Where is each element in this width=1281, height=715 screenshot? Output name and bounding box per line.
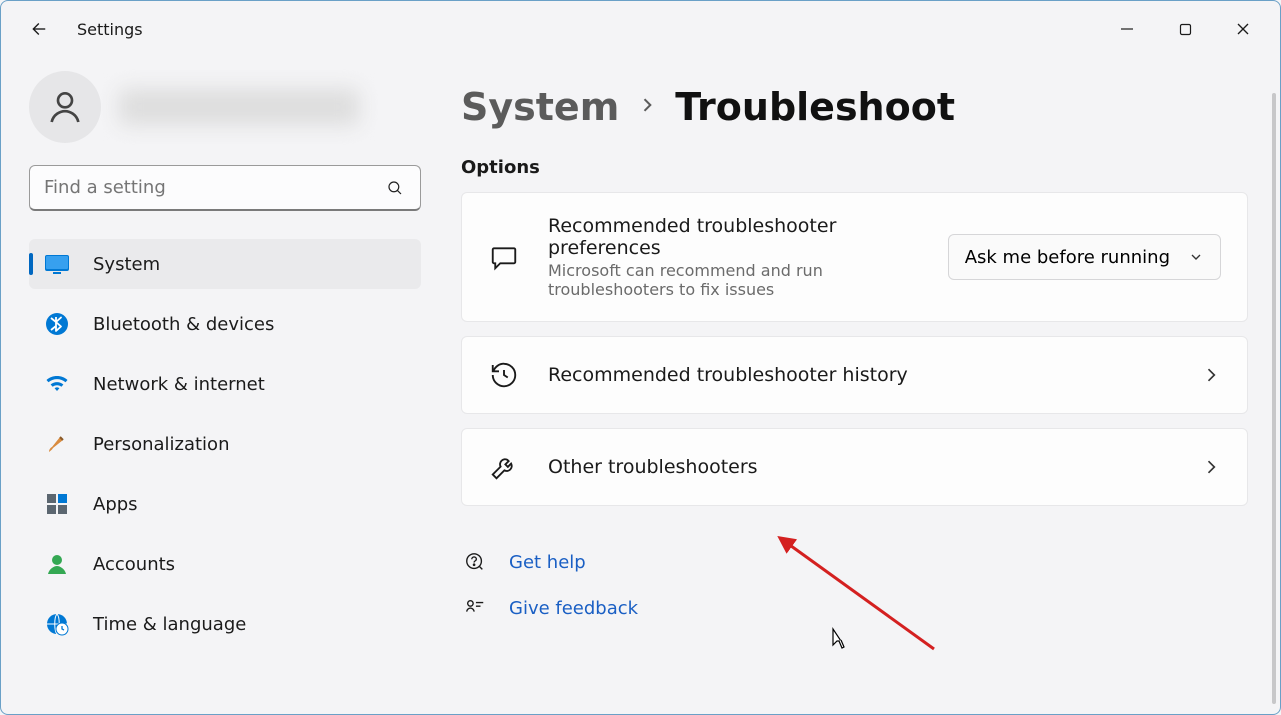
- card-troubleshooter-history[interactable]: Recommended troubleshooter history: [461, 336, 1248, 414]
- search-icon: [384, 177, 406, 199]
- profile-name-redacted: [119, 89, 359, 125]
- history-icon: [488, 359, 520, 391]
- settings-window: Settings: [0, 0, 1281, 715]
- wrench-icon: [488, 451, 520, 483]
- sidebar-item-label: Time & language: [93, 614, 246, 635]
- monitor-icon: [43, 250, 71, 278]
- preferences-dropdown[interactable]: Ask me before running: [948, 234, 1221, 280]
- chat-bubble-icon: [488, 241, 520, 273]
- card-title: Recommended troubleshooter preferences: [548, 215, 920, 259]
- sidebar-item-accounts[interactable]: Accounts: [29, 539, 421, 589]
- search-input[interactable]: [44, 177, 384, 198]
- get-help-link[interactable]: Get help: [463, 550, 1248, 574]
- sidebar-item-label: Accounts: [93, 554, 175, 575]
- sidebar-item-apps[interactable]: Apps: [29, 479, 421, 529]
- paintbrush-icon: [43, 430, 71, 458]
- sidebar-item-personalization[interactable]: Personalization: [29, 419, 421, 469]
- close-button[interactable]: [1214, 9, 1272, 49]
- scrollbar[interactable]: [1272, 93, 1276, 704]
- search-box[interactable]: [29, 165, 421, 211]
- wifi-icon: [43, 370, 71, 398]
- card-body: Recommended troubleshooter history: [548, 364, 1173, 386]
- profile-block[interactable]: [29, 57, 421, 157]
- person-icon: [45, 87, 85, 127]
- globe-clock-icon: [43, 610, 71, 638]
- give-feedback-link[interactable]: Give feedback: [463, 596, 1248, 620]
- breadcrumb-parent[interactable]: System: [461, 85, 619, 129]
- bluetooth-icon: [43, 310, 71, 338]
- chevron-right-icon: [1201, 365, 1221, 385]
- chevron-down-icon: [1188, 249, 1204, 265]
- minimize-button[interactable]: [1098, 9, 1156, 49]
- apps-icon: [43, 490, 71, 518]
- dropdown-value: Ask me before running: [965, 247, 1170, 268]
- account-icon: [43, 550, 71, 578]
- sidebar: System Bluetooth & devices Network & int…: [1, 57, 449, 715]
- link-text: Give feedback: [509, 598, 638, 619]
- card-title: Other troubleshooters: [548, 456, 1173, 478]
- sidebar-item-time-language[interactable]: Time & language: [29, 599, 421, 649]
- sidebar-item-bluetooth[interactable]: Bluetooth & devices: [29, 299, 421, 349]
- close-icon: [1236, 22, 1250, 36]
- minimize-icon: [1120, 22, 1134, 36]
- sidebar-item-label: Network & internet: [93, 374, 265, 395]
- card-subtitle: Microsoft can recommend and run troubles…: [548, 261, 888, 299]
- maximize-button[interactable]: [1156, 9, 1214, 49]
- sidebar-item-label: System: [93, 254, 160, 275]
- card-other-troubleshooters[interactable]: Other troubleshooters: [461, 428, 1248, 506]
- card-body: Other troubleshooters: [548, 456, 1173, 478]
- window-controls: [1098, 9, 1272, 49]
- card-body: Recommended troubleshooter preferences M…: [548, 215, 920, 299]
- sidebar-nav: System Bluetooth & devices Network & int…: [29, 239, 421, 649]
- breadcrumb: System Troubleshoot: [461, 85, 1248, 129]
- back-button[interactable]: [19, 11, 55, 47]
- link-text: Get help: [509, 552, 586, 573]
- window-title: Settings: [77, 20, 143, 39]
- sidebar-item-network[interactable]: Network & internet: [29, 359, 421, 409]
- maximize-icon: [1179, 23, 1192, 36]
- card-title: Recommended troubleshooter history: [548, 364, 1173, 386]
- arrow-left-icon: [26, 18, 48, 40]
- avatar: [29, 71, 101, 143]
- sidebar-item-system[interactable]: System: [29, 239, 421, 289]
- help-links: Get help Give feedback: [463, 550, 1248, 620]
- card-troubleshooter-preferences[interactable]: Recommended troubleshooter preferences M…: [461, 192, 1248, 322]
- feedback-icon: [463, 596, 487, 620]
- chevron-right-icon: [1201, 457, 1221, 477]
- sidebar-item-label: Bluetooth & devices: [93, 314, 274, 335]
- main-content: System Troubleshoot Options Recommended …: [449, 57, 1280, 715]
- sidebar-item-label: Apps: [93, 494, 138, 515]
- sidebar-item-label: Personalization: [93, 434, 229, 455]
- titlebar: Settings: [1, 1, 1280, 57]
- section-title: Options: [461, 157, 1248, 178]
- page-title: Troubleshoot: [675, 85, 955, 129]
- chevron-right-icon: [637, 95, 657, 119]
- help-icon: [463, 550, 487, 574]
